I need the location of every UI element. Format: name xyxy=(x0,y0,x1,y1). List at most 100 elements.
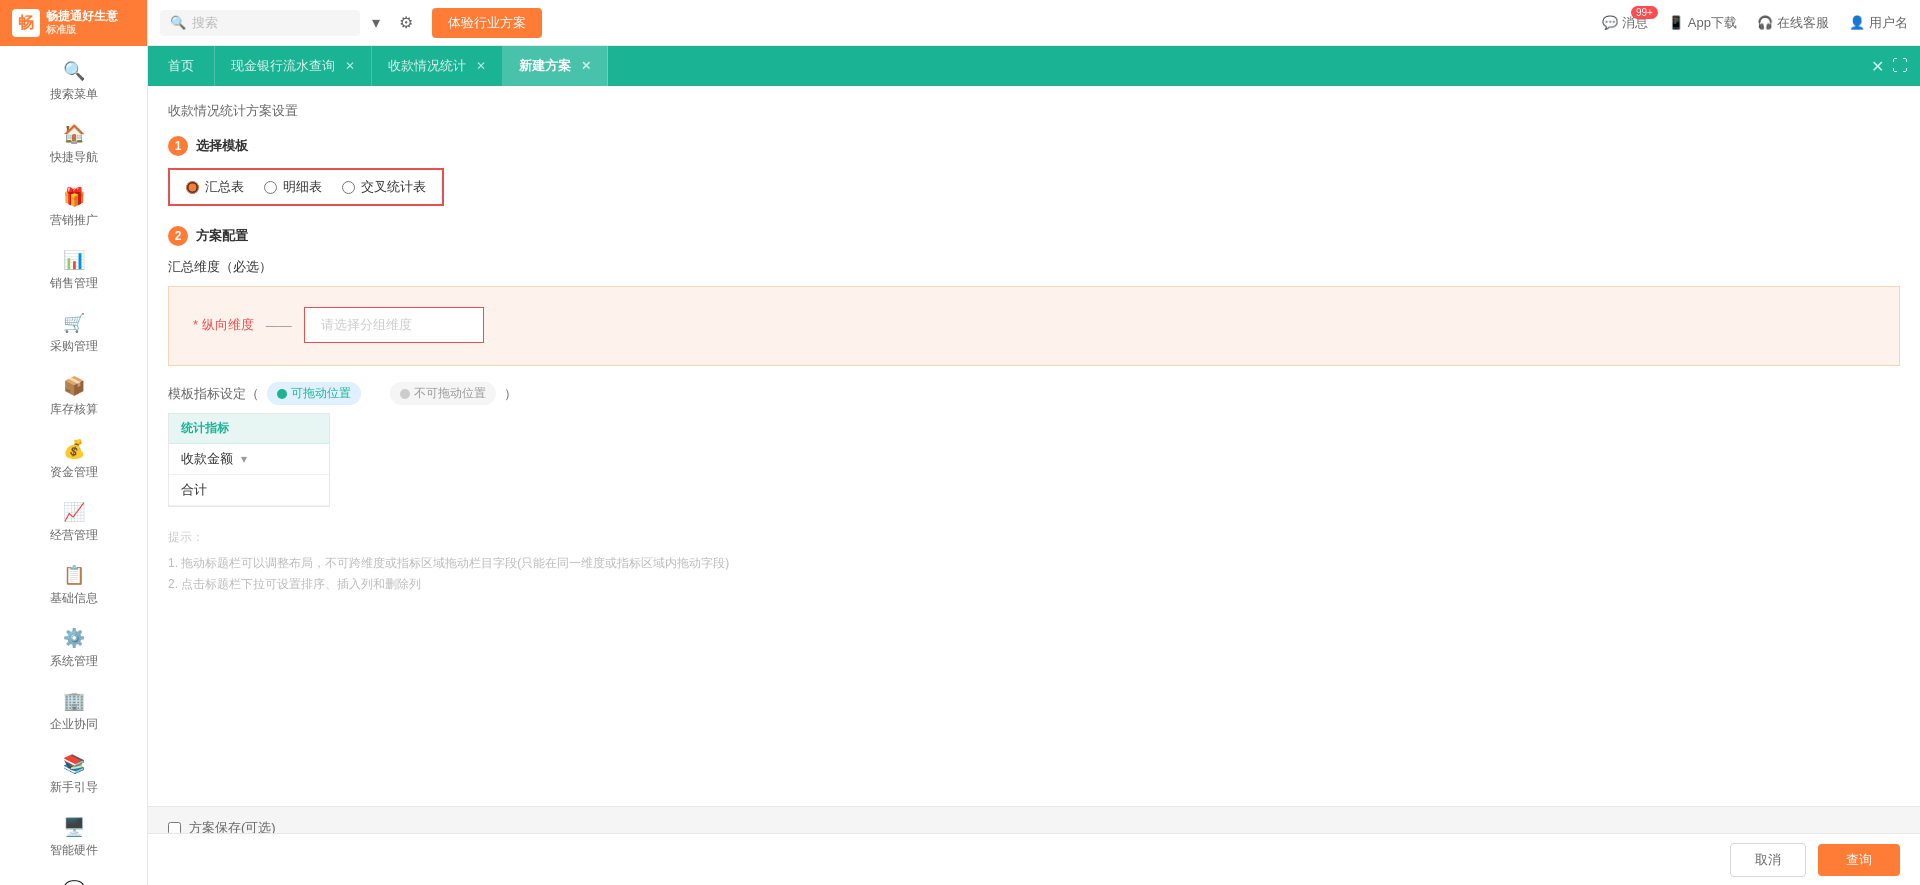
draggable-toggle[interactable]: 可拖动位置 xyxy=(267,382,361,405)
download-item[interactable]: 📱 App下载 xyxy=(1668,14,1737,32)
sidebar-item-basics[interactable]: 📋 基础信息 xyxy=(0,554,147,617)
sidebar-item-label-finance: 资金管理 xyxy=(50,464,98,481)
app-edition: 标准版 xyxy=(46,23,118,37)
tips-item-0: 1. 拖动标题栏可以调整布局，不可跨维度或指标区域拖动栏目字段(只能在同一维度或… xyxy=(168,553,1900,575)
sidebar-item-label-enterprise: 企业协同 xyxy=(50,716,98,733)
sidebar-item-label-search: 搜索菜单 xyxy=(50,86,98,103)
user-avatar-icon: 👤 xyxy=(1849,15,1865,30)
wechat-icon: 💬 xyxy=(63,879,85,885)
topbar-search-text: 搜索 xyxy=(192,14,218,32)
sidebar-item-label-quicknav: 快捷导航 xyxy=(50,149,98,166)
query-button[interactable]: 查询 xyxy=(1818,844,1900,876)
plan-config: 汇总维度（必选） * 纵向维度 —— 请选择分组维度 模板指标设定（ xyxy=(168,258,1900,596)
operations-icon: 📈 xyxy=(63,501,85,523)
radio-detail-input[interactable] xyxy=(264,181,277,194)
sidebar-item-hardware[interactable]: 🖥️ 智能硬件 xyxy=(0,806,147,869)
indicator-table-header: 统计指标 xyxy=(169,414,329,444)
dimension-row: * 纵向维度 —— 请选择分组维度 xyxy=(193,307,1875,343)
sidebar-item-purchase[interactable]: 🛒 采购管理 xyxy=(0,302,147,365)
tab-label-collection: 收款情况统计 xyxy=(388,57,466,75)
sidebar: 畅 畅捷通好生意 标准版 🔍 搜索菜单 🏠 快捷导航 🎁 营销推广 📊 销售管理… xyxy=(0,0,148,885)
indicator-item-0[interactable]: 收款金额 ▾ xyxy=(169,444,329,475)
tab-minimize-icon[interactable]: ✕ xyxy=(1871,57,1884,76)
toggle-dot-active xyxy=(277,389,287,399)
topbar-gear-icon[interactable]: ⚙ xyxy=(392,9,420,37)
message-item[interactable]: 💬 消息 99+ xyxy=(1602,14,1648,32)
headset-icon: 🎧 xyxy=(1757,15,1773,30)
step1-num: 1 xyxy=(168,136,188,156)
topbar-right: 💬 消息 99+ 📱 App下载 🎧 在线客服 👤 用户名 xyxy=(1602,14,1908,32)
topbar: 🔍 搜索 ▾ ⚙ 体验行业方案 💬 消息 99+ 📱 App下载 🎧 在线客服 … xyxy=(148,0,1920,46)
service-item[interactable]: 🎧 在线客服 xyxy=(1757,14,1829,32)
radio-cross[interactable]: 交叉统计表 xyxy=(342,178,426,196)
chevron-down-icon-0[interactable]: ▾ xyxy=(241,452,247,466)
non-draggable-toggle[interactable]: 不可拖动位置 xyxy=(390,382,496,405)
sidebar-item-operations[interactable]: 📈 经营管理 xyxy=(0,491,147,554)
app-name-block: 畅捷通好生意 标准版 xyxy=(46,9,118,37)
sidebar-item-label-purchase: 采购管理 xyxy=(50,338,98,355)
radio-summary[interactable]: 汇总表 xyxy=(186,178,244,196)
tab-close-cashflow[interactable]: ✕ xyxy=(345,59,355,73)
home-icon: 🏠 xyxy=(63,123,85,145)
sidebar-item-marketing[interactable]: 🎁 营销推广 xyxy=(0,176,147,239)
topbar-dropdown-icon[interactable]: ▾ xyxy=(372,13,380,32)
tab-expand-icon[interactable]: ⛶ xyxy=(1892,57,1908,75)
vertical-dim-label: * 纵向维度 xyxy=(193,316,254,334)
content-area: 收款情况统计方案设置 1 选择模板 汇总表 明细表 xyxy=(148,86,1920,833)
step2-section: 2 方案配置 汇总维度（必选） * 纵向维度 —— 请选择分组维度 xyxy=(168,226,1900,596)
sidebar-item-guide[interactable]: 📚 新手引导 xyxy=(0,743,147,806)
download-label: App下载 xyxy=(1688,14,1737,32)
radio-summary-label: 汇总表 xyxy=(205,178,244,196)
cancel-button[interactable]: 取消 xyxy=(1730,843,1806,877)
topbar-search-box[interactable]: 🔍 搜索 xyxy=(160,10,360,36)
content-inner: 收款情况统计方案设置 1 选择模板 汇总表 明细表 xyxy=(148,86,1920,806)
toggle-dot-inactive xyxy=(400,389,410,399)
step2-title: 方案配置 xyxy=(196,227,248,245)
sidebar-item-enterprise[interactable]: 🏢 企业协同 xyxy=(0,680,147,743)
tab-collection[interactable]: 收款情况统计 ✕ xyxy=(372,46,503,86)
toggle-separator xyxy=(369,385,382,403)
sidebar-item-search[interactable]: 🔍 搜索菜单 xyxy=(0,50,147,113)
tab-newplan[interactable]: 新建方案 ✕ xyxy=(503,46,608,86)
sidebar-item-label-basics: 基础信息 xyxy=(50,590,98,607)
sidebar-item-label-guide: 新手引导 xyxy=(50,779,98,796)
sidebar-item-finance[interactable]: 💰 资金管理 xyxy=(0,428,147,491)
dim-select-dropdown[interactable]: 请选择分组维度 xyxy=(304,307,484,343)
system-icon: ⚙️ xyxy=(63,627,85,649)
step1-title: 选择模板 xyxy=(196,137,248,155)
template-options: 汇总表 明细表 交叉统计表 xyxy=(168,168,444,206)
tab-cashflow[interactable]: 现金银行流水查询 ✕ xyxy=(215,46,372,86)
indicator-header: 模板指标设定（ 可拖动位置 不可拖动位置 ） xyxy=(168,382,1900,405)
industry-btn[interactable]: 体验行业方案 xyxy=(432,8,542,38)
tab-label-cashflow: 现金银行流水查询 xyxy=(231,57,335,75)
sidebar-item-wechat[interactable]: 💬 企业微信 xyxy=(0,869,147,885)
save-checkbox[interactable] xyxy=(168,822,181,834)
step2-header: 2 方案配置 xyxy=(168,226,1900,246)
sidebar-item-inventory[interactable]: 📦 库存核算 xyxy=(0,365,147,428)
sidebar-item-label-hardware: 智能硬件 xyxy=(50,842,98,859)
tab-close-collection[interactable]: ✕ xyxy=(476,59,486,73)
message-badge: 99+ xyxy=(1631,6,1658,19)
sidebar-item-label-marketing: 营销推广 xyxy=(50,212,98,229)
chart-icon: 📊 xyxy=(63,249,85,271)
tab-label-home: 首页 xyxy=(168,57,194,75)
tab-close-newplan[interactable]: ✕ xyxy=(581,59,591,73)
app-logo-icon: 畅 xyxy=(12,9,40,37)
sidebar-item-system[interactable]: ⚙️ 系统管理 xyxy=(0,617,147,680)
tabbar-actions: ✕ ⛶ xyxy=(1859,46,1920,86)
sidebar-item-sales[interactable]: 📊 销售管理 xyxy=(0,239,147,302)
summary-dim-title: 汇总维度（必选） xyxy=(168,258,1900,276)
radio-summary-input[interactable] xyxy=(186,181,199,194)
page-title: 收款情况统计方案设置 xyxy=(168,102,1900,120)
radio-detail[interactable]: 明细表 xyxy=(264,178,322,196)
user-info[interactable]: 👤 用户名 xyxy=(1849,14,1908,32)
sidebar-item-label-operations: 经营管理 xyxy=(50,527,98,544)
radio-detail-label: 明细表 xyxy=(283,178,322,196)
sidebar-item-quicknav[interactable]: 🏠 快捷导航 xyxy=(0,113,147,176)
tab-home[interactable]: 首页 xyxy=(148,46,215,86)
cart-icon: 🛒 xyxy=(63,312,85,334)
sidebar-item-label-sales: 销售管理 xyxy=(50,275,98,292)
indicator-settings-title: 模板指标设定（ xyxy=(168,385,259,403)
radio-cross-input[interactable] xyxy=(342,181,355,194)
save-option-bar: 方案保存(可选) xyxy=(148,806,1920,833)
